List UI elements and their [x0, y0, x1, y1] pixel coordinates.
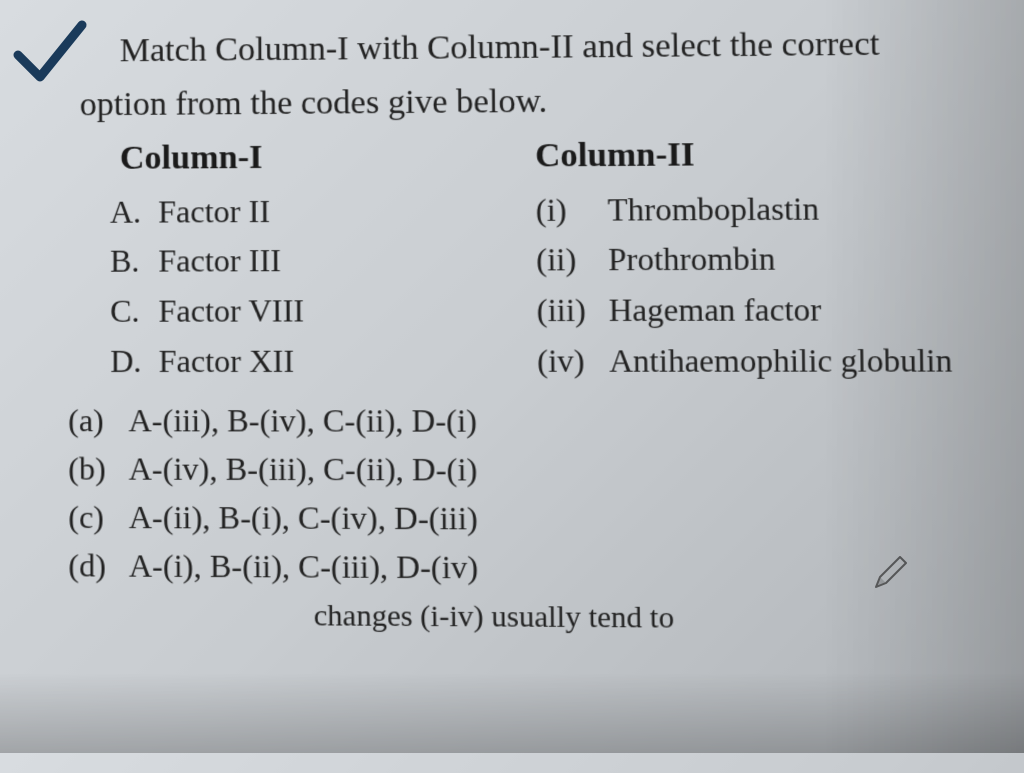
item-roman: (iv)	[537, 336, 610, 386]
question-line-1: Match Column-I with Column-II and select…	[120, 20, 1015, 74]
item-letter: C.	[110, 287, 158, 337]
item-text: Hageman factor	[608, 285, 821, 336]
item-text: Factor XII	[158, 336, 294, 386]
question-line-2: option from the codes give below.	[80, 75, 1016, 128]
option-text: A-(ii), B-(i), C-(iv), D-(iii)	[129, 493, 478, 543]
column-two-item-iv: (iv) Antihaemophilic globulin	[537, 335, 1020, 386]
cutoff-text: changes (i-iv) usually tend to	[314, 599, 1024, 638]
column-two-header: Column-II	[535, 134, 1017, 175]
option-letter: (a)	[68, 396, 128, 444]
option-text: A-(iv), B-(iii), C-(ii), D-(i)	[129, 445, 478, 494]
columns-container: Column-I A. Factor II B. Factor III C. F…	[110, 134, 1021, 386]
column-one-header: Column-I	[120, 137, 474, 177]
item-letter: D.	[110, 336, 158, 386]
item-letter: B.	[110, 237, 158, 287]
column-one-item-b: B. Factor III	[110, 236, 475, 287]
column-one-item-d: D. Factor XII	[110, 336, 476, 386]
item-roman: (ii)	[536, 235, 608, 285]
item-letter: A.	[110, 187, 158, 237]
column-one-item-a: A. Factor II	[110, 186, 475, 237]
option-text: A-(iii), B-(iv), C-(ii), D-(i)	[128, 396, 477, 445]
item-text: Antihaemophilic globulin	[609, 335, 953, 386]
item-text: Factor III	[158, 236, 281, 286]
item-text: Factor II	[158, 187, 270, 237]
column-two-item-i: (i) Thromboplastin	[535, 183, 1017, 236]
column-two: Column-II (i) Thromboplastin (ii) Prothr…	[535, 134, 1020, 386]
item-text: Factor VIII	[158, 286, 304, 336]
item-text: Thromboplastin	[607, 184, 819, 235]
option-a: (a) A-(iii), B-(iv), C-(ii), D-(i)	[68, 396, 1021, 446]
option-text: A-(i), B-(ii), C-(iii), D-(iv)	[129, 541, 479, 591]
column-one: Column-I A. Factor II B. Factor III C. F…	[110, 137, 476, 386]
column-two-item-iii: (iii) Hageman factor	[536, 284, 1019, 336]
column-two-item-ii: (ii) Prothrombin	[536, 234, 1019, 286]
pencil-icon[interactable]	[870, 549, 914, 593]
option-letter: (b)	[68, 444, 128, 492]
question-page: Match Column-I with Column-II and select…	[0, 0, 1024, 638]
column-one-item-c: C. Factor VIII	[110, 286, 475, 337]
item-text: Prothrombin	[608, 234, 776, 285]
option-c: (c) A-(ii), B-(i), C-(iv), D-(iii)	[68, 493, 1023, 545]
option-letter: (c)	[68, 493, 129, 542]
option-b: (b) A-(iv), B-(iii), C-(ii), D-(i)	[68, 444, 1022, 495]
shadow-bottom	[0, 673, 1024, 753]
item-roman: (iii)	[536, 285, 609, 335]
option-letter: (d)	[68, 541, 129, 590]
item-roman: (i)	[535, 185, 607, 235]
